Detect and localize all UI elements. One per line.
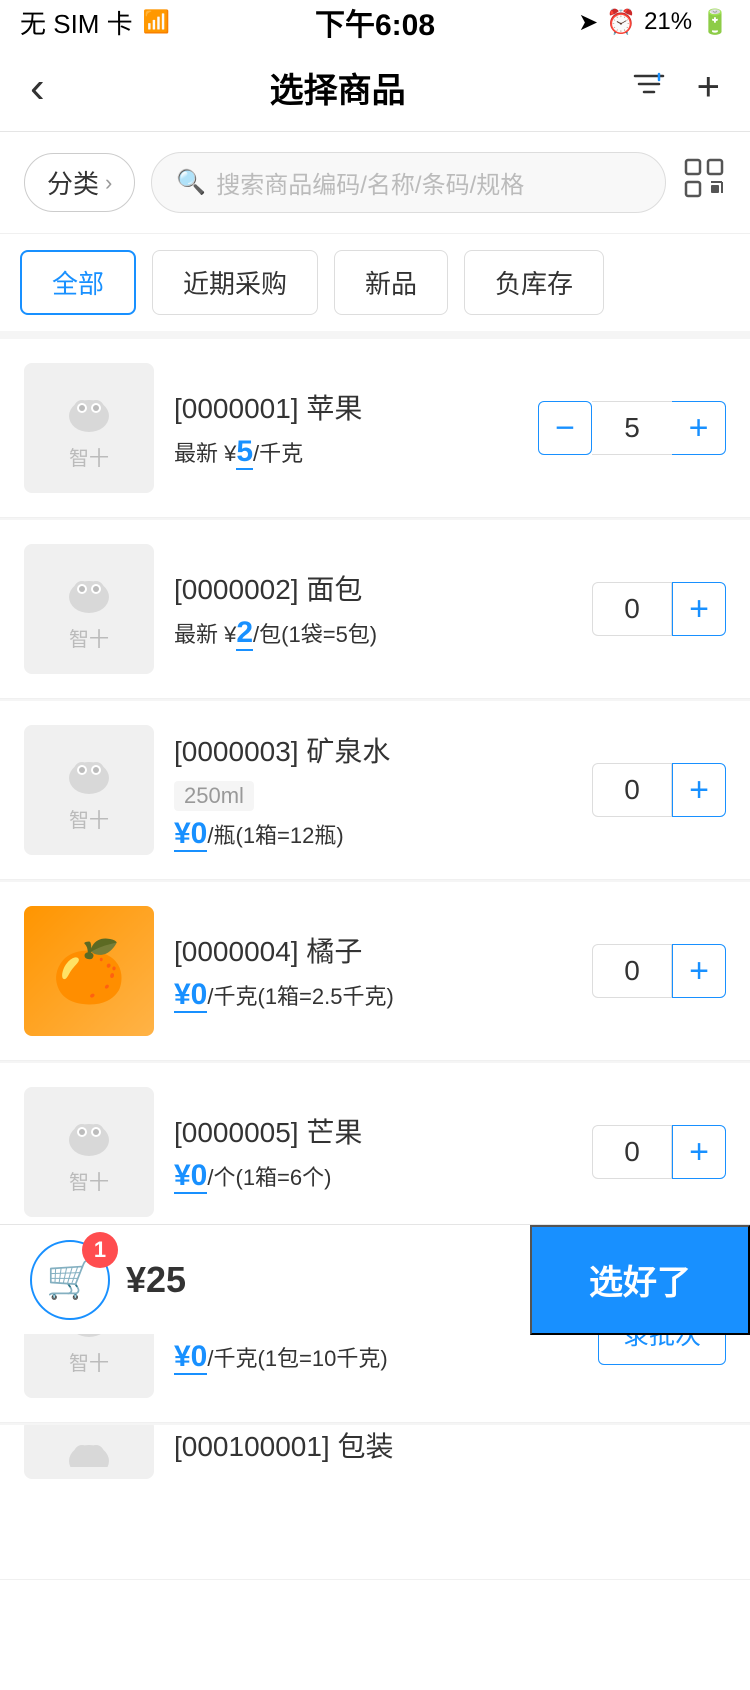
placeholder-text: 智十 <box>69 804 109 833</box>
tab-bar: 全部 近期采购 新品 负库存 <box>0 234 750 339</box>
qty-control: + <box>592 763 726 817</box>
search-icon: 🔍 <box>176 168 206 197</box>
battery-icon: 🔋 <box>700 8 730 37</box>
nav-bar: ‹ 选择商品 + <box>0 44 750 132</box>
list-item: [000100001] 包装 <box>0 1425 750 1580</box>
confirm-button[interactable]: 选好了 <box>530 1225 750 1335</box>
placeholder-text: 智十 <box>69 1347 109 1376</box>
qty-plus-button[interactable]: + <box>672 763 726 817</box>
add-button[interactable]: + <box>697 65 720 110</box>
product-name: [0000003] 矿泉水 <box>174 730 572 770</box>
product-image: 智十 <box>24 544 154 674</box>
qty-control: + <box>592 1125 726 1179</box>
search-placeholder: 搜索商品编码/名称/条码/规格 <box>216 165 524 200</box>
product-image <box>24 1425 154 1479</box>
status-right: ➤ ⏰ 21% 🔋 <box>578 8 730 37</box>
qty-input[interactable] <box>592 944 672 998</box>
cart-badge: 1 <box>82 1232 118 1268</box>
product-name: [000100001] 包装 <box>174 1425 726 1465</box>
list-item: 智十 [0000005] 芒果 ¥0/个(1箱=6个) + <box>0 1063 750 1242</box>
list-item: 智十 [0000001] 苹果 最新 ¥5/千克 − + <box>0 339 750 518</box>
filter-icon[interactable] <box>631 66 667 110</box>
product-spec: 250ml <box>174 781 254 811</box>
product-price: ¥0/千克(1包=10千克) <box>174 1340 578 1374</box>
nav-actions: + <box>631 65 720 110</box>
search-box[interactable]: 🔍 搜索商品编码/名称/条码/规格 <box>151 152 666 213</box>
status-time: 下午6:08 <box>315 0 435 44</box>
product-info: [000100001] 包装 <box>174 1425 726 1473</box>
product-price: ¥0/瓶(1箱=12瓶) <box>174 817 572 851</box>
cart-total: ¥25 <box>126 1259 186 1301</box>
product-info: [0000004] 橘子 ¥0/千克(1箱=2.5千克) <box>174 930 572 1012</box>
qty-plus-button[interactable]: + <box>672 1125 726 1179</box>
qty-plus-button[interactable]: + <box>672 582 726 636</box>
qty-control: − + <box>538 401 726 455</box>
list-item: 🍊 [0000004] 橘子 ¥0/千克(1箱=2.5千克) + <box>0 882 750 1061</box>
cart-icon-wrap[interactable]: 🛒 1 <box>30 1240 110 1320</box>
product-price: ¥0/千克(1箱=2.5千克) <box>174 978 572 1012</box>
product-info: [0000001] 苹果 最新 ¥5/千克 <box>174 387 518 469</box>
product-name: [0000002] 面包 <box>174 568 572 608</box>
product-price: 最新 ¥5/千克 <box>174 435 518 469</box>
product-price: 最新 ¥2/包(1袋=5包) <box>174 616 572 650</box>
category-arrow-icon: › <box>105 170 112 196</box>
product-info: [0000005] 芒果 ¥0/个(1箱=6个) <box>174 1111 572 1193</box>
wifi-icon: 📶 <box>143 9 170 35</box>
product-image: 智十 <box>24 363 154 493</box>
tab-negative[interactable]: 负库存 <box>464 250 604 315</box>
alarm-icon: ⏰ <box>606 8 636 37</box>
carrier-text: 无 SIM 卡 <box>20 4 133 41</box>
filter-bar: 分类 › 🔍 搜索商品编码/名称/条码/规格 <box>0 132 750 234</box>
qty-input[interactable] <box>592 401 672 455</box>
bottom-bar: 🛒 1 ¥25 选好了 <box>0 1224 750 1334</box>
qty-input[interactable] <box>592 582 672 636</box>
battery-text: 21% <box>644 8 692 36</box>
tab-recent[interactable]: 近期采购 <box>152 250 318 315</box>
qty-plus-button[interactable]: + <box>672 944 726 998</box>
list-item: 智十 [0000002] 面包 最新 ¥2/包(1袋=5包) + <box>0 520 750 699</box>
qty-control: + <box>592 944 726 998</box>
qty-input[interactable] <box>592 1125 672 1179</box>
list-item: 智十 [0000003] 矿泉水 250ml ¥0/瓶(1箱=12瓶) + <box>0 701 750 880</box>
product-info: [0000003] 矿泉水 250ml ¥0/瓶(1箱=12瓶) <box>174 730 572 851</box>
placeholder-text: 智十 <box>69 1166 109 1195</box>
cart-icon: 🛒 <box>46 1258 93 1302</box>
product-image: 智十 <box>24 725 154 855</box>
product-name: [0000001] 苹果 <box>174 387 518 427</box>
back-button[interactable]: ‹ <box>30 66 45 110</box>
qty-plus-button[interactable]: + <box>672 401 726 455</box>
tab-all[interactable]: 全部 <box>20 250 136 315</box>
product-name: [0000005] 芒果 <box>174 1111 572 1151</box>
placeholder-text: 智十 <box>69 623 109 652</box>
qty-control: + <box>592 582 726 636</box>
product-image: 🍊 <box>24 906 154 1036</box>
location-icon: ➤ <box>578 8 598 37</box>
qty-minus-button[interactable]: − <box>538 401 592 455</box>
product-price: ¥0/个(1箱=6个) <box>174 1159 572 1193</box>
scan-icon[interactable] <box>682 156 726 209</box>
category-label: 分类 <box>47 164 99 201</box>
status-left: 无 SIM 卡 📶 <box>20 4 170 41</box>
tab-new[interactable]: 新品 <box>334 250 448 315</box>
product-name: [0000004] 橘子 <box>174 930 572 970</box>
product-list: 智十 [0000001] 苹果 最新 ¥5/千克 − + <box>0 339 750 1580</box>
product-info: [0000002] 面包 最新 ¥2/包(1袋=5包) <box>174 568 572 650</box>
product-image: 智十 <box>24 1087 154 1217</box>
status-bar: 无 SIM 卡 📶 下午6:08 ➤ ⏰ 21% 🔋 <box>0 0 750 44</box>
category-button[interactable]: 分类 › <box>24 153 135 212</box>
page-title: 选择商品 <box>270 63 406 112</box>
qty-input[interactable] <box>592 763 672 817</box>
cart-area: 🛒 1 ¥25 <box>0 1240 530 1320</box>
placeholder-text: 智十 <box>69 442 109 471</box>
